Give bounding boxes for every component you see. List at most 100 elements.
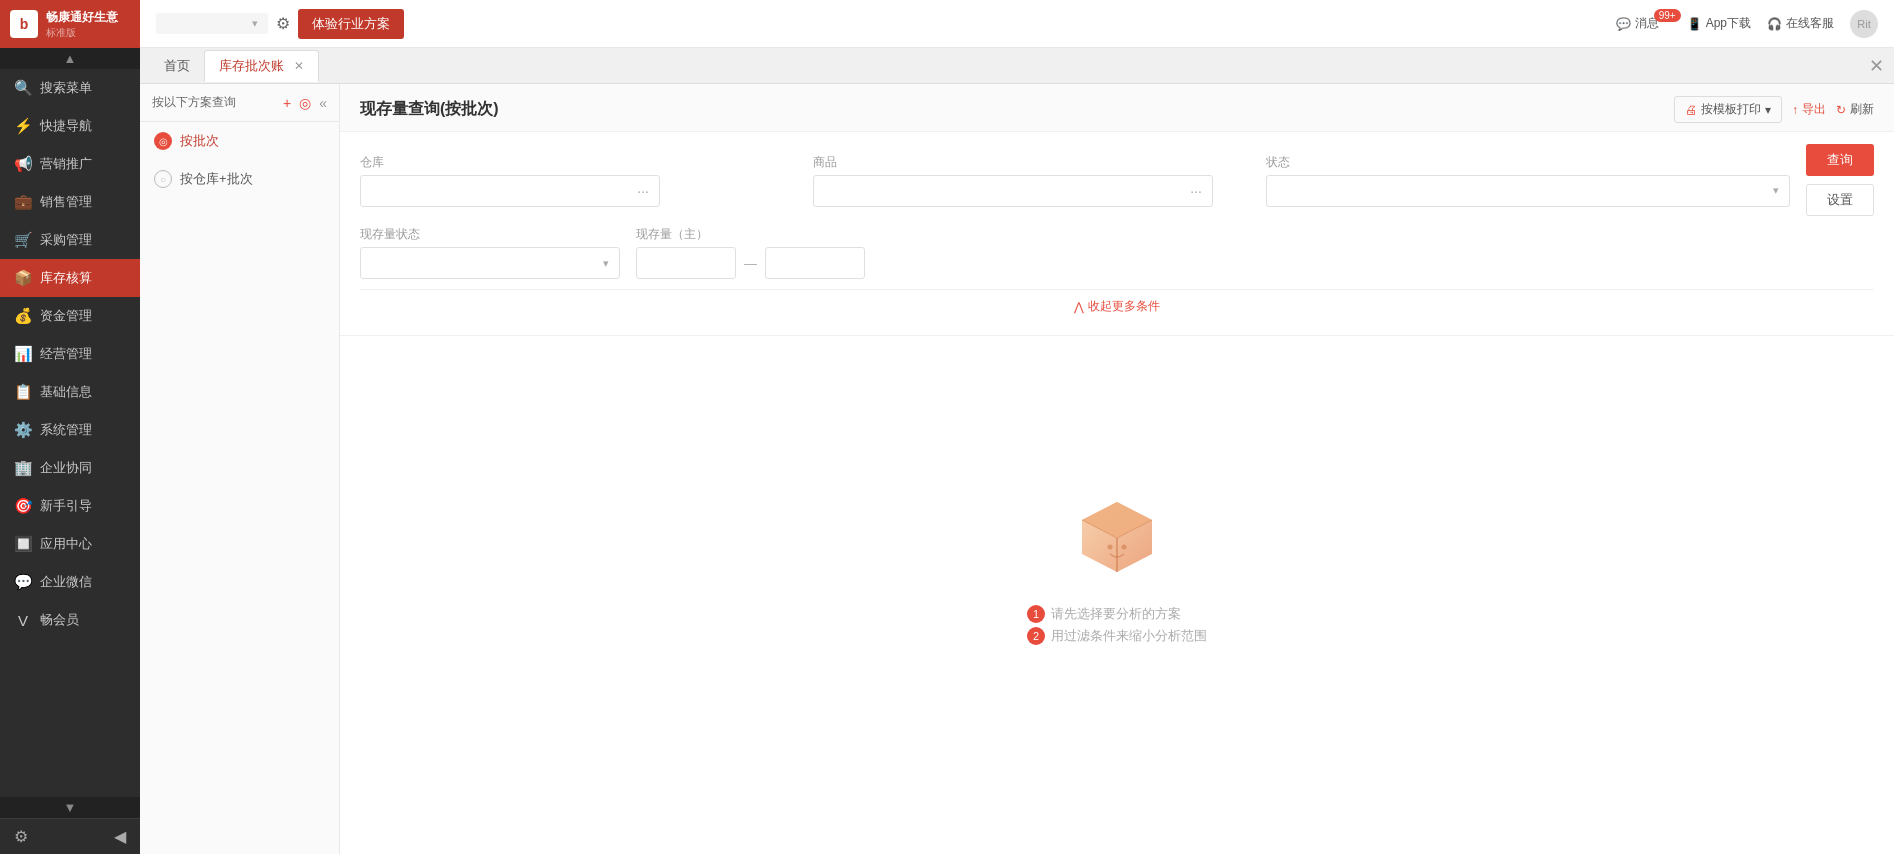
query-title-bar: 现存量查询(按批次) 🖨 按模板打印 ▾ ↑ 导出 ↻ 刷新	[340, 84, 1894, 132]
app-version: 标准版	[46, 26, 118, 40]
experience-industry-button[interactable]: 体验行业方案	[298, 9, 404, 39]
print-dropdown-icon: ▾	[1765, 103, 1771, 117]
sales-icon: 💼	[14, 193, 32, 211]
sidebar-item-quick-nav[interactable]: ⚡ 快捷导航	[0, 107, 140, 145]
filter-collapse-button[interactable]: «	[319, 95, 327, 111]
filter-item-by-warehouse-batch[interactable]: ○ 按仓库+批次	[140, 160, 339, 198]
user-avatar[interactable]: Rit	[1850, 10, 1878, 38]
sidebar-item-operations[interactable]: 📊 经营管理	[0, 335, 140, 373]
empty-icon	[1067, 482, 1167, 585]
tab-close-button[interactable]: ✕	[294, 59, 304, 73]
sidebar-item-purchase[interactable]: 🛒 采购管理	[0, 221, 140, 259]
sidebar-item-appstore[interactable]: 🔲 应用中心	[0, 525, 140, 563]
filter-add-button[interactable]: +	[283, 95, 291, 111]
filter-settings-button[interactable]: ◎	[299, 95, 311, 111]
stock-status-field: 现存量状态 ▾	[360, 226, 620, 279]
tab-batch-account[interactable]: 库存批次账 ✕	[204, 50, 319, 82]
range-dash: —	[744, 256, 757, 271]
sidebar-scroll-down[interactable]: ▼	[0, 797, 140, 818]
operations-icon: 📊	[14, 345, 32, 363]
sidebar-scroll-up[interactable]: ▲	[0, 48, 140, 69]
sidebar-item-sales[interactable]: 💼 销售管理	[0, 183, 140, 221]
status-select[interactable]: ▾	[1266, 175, 1790, 207]
status-field: 状态 ▾	[1266, 154, 1790, 207]
system-icon: ⚙️	[14, 421, 32, 439]
dropdown-icon: ▾	[252, 17, 258, 30]
warehouse-more-icon[interactable]: ···	[637, 183, 649, 199]
svg-point-5	[1108, 544, 1113, 549]
warehouse-input[interactable]: ···	[360, 175, 660, 207]
topbar-settings-button[interactable]: ⚙	[276, 14, 290, 33]
sidebar-item-basic[interactable]: 📋 基础信息	[0, 373, 140, 411]
stock-qty-range: —	[636, 247, 1874, 279]
sidebar-item-inventory[interactable]: 📦 库存核算	[0, 259, 140, 297]
settings-circle-icon: ◎	[299, 95, 311, 111]
sidebar-item-enterprise[interactable]: 🏢 企业协同	[0, 449, 140, 487]
sidebar-item-finance[interactable]: 💰 资金管理	[0, 297, 140, 335]
stock-status-select[interactable]: ▾	[360, 247, 620, 279]
filter-dot-inactive: ○	[154, 170, 172, 188]
content-area: 按以下方案查询 + ◎ « ◎ 按批次 ○	[140, 84, 1894, 854]
print-button[interactable]: 🖨 按模板打印 ▾	[1674, 96, 1782, 123]
export-icon: ↑	[1792, 103, 1798, 117]
sidebar-nav: 🔍 搜索菜单 ⚡ 快捷导航 📢 营销推广 💼 销售管理 🛒 采购管理 📦 库存核…	[0, 69, 140, 797]
goods-more-icon[interactable]: ···	[1190, 183, 1202, 199]
stock-qty-max-input[interactable]	[765, 247, 865, 279]
sidebar-item-guide[interactable]: 🎯 新手引导	[0, 487, 140, 525]
sidebar-item-system[interactable]: ⚙️ 系统管理	[0, 411, 140, 449]
sidebar-footer: ⚙ ◀	[0, 818, 140, 854]
panel-close-button[interactable]: ✕	[1869, 55, 1884, 77]
gear-icon: ⚙	[276, 15, 290, 32]
member-icon: V	[14, 612, 32, 629]
finance-icon: 💰	[14, 307, 32, 325]
stock-qty-min-input[interactable]	[636, 247, 736, 279]
app-icon: 🔲	[14, 535, 32, 553]
goods-input[interactable]: ···	[813, 175, 1213, 207]
empty-state: 1 请先选择要分析的方案 2 用过滤条件来缩小分析范围	[340, 336, 1894, 854]
sidebar-settings-button[interactable]: ⚙	[14, 827, 28, 846]
stock-qty-field: 现存量（主） —	[636, 226, 1874, 279]
left-arrows-icon: «	[319, 95, 327, 111]
filter-panel-header: 按以下方案查询 + ◎ «	[140, 84, 339, 122]
export-button[interactable]: ↑ 导出	[1792, 101, 1826, 118]
collapse-conditions-bar[interactable]: ⋀ 收起更多条件	[360, 289, 1874, 323]
sidebar-collapse-button[interactable]: ◀	[114, 827, 126, 846]
sidebar-header: b 畅康通好生意 标准版	[0, 0, 140, 48]
app-name: 畅康通好生意	[46, 9, 118, 26]
printer-icon: 🖨	[1685, 103, 1697, 117]
goods-field: 商品 ···	[813, 154, 1250, 207]
search-icon: 🔍	[14, 79, 32, 97]
app-download-action[interactable]: 📱 App下载	[1687, 15, 1751, 32]
filter-header-actions: + ◎ «	[283, 95, 327, 111]
online-service-action[interactable]: 🎧 在线客服	[1767, 15, 1834, 32]
filter-row-1: 仓库 ··· 商品 ··· 状态	[360, 144, 1874, 216]
query-button[interactable]: 查询	[1806, 144, 1874, 176]
warehouse-label: 仓库	[360, 154, 797, 171]
add-icon: +	[283, 95, 291, 111]
messages-action[interactable]: 💬 消息 99+	[1616, 15, 1671, 32]
tab-home[interactable]: 首页	[150, 51, 204, 81]
refresh-icon: ↻	[1836, 103, 1846, 117]
settings-small-button[interactable]: 设置	[1806, 184, 1874, 216]
sidebar-item-marketing[interactable]: 📢 营销推广	[0, 145, 140, 183]
sidebar-title-block: 畅康通好生意 标准版	[46, 9, 118, 40]
phone-icon: 📱	[1687, 17, 1702, 31]
message-icon: 💬	[1616, 17, 1631, 31]
warehouse-field: 仓库 ···	[360, 154, 797, 207]
filter-header-label: 按以下方案查询	[152, 94, 236, 111]
tip-number-2: 2	[1027, 627, 1045, 645]
wechat-icon: 💬	[14, 573, 32, 591]
topbar-search-area[interactable]: ▾	[156, 13, 268, 34]
filter-dot-active: ◎	[154, 132, 172, 150]
stock-status-arrow: ▾	[603, 257, 609, 270]
refresh-button[interactable]: ↻ 刷新	[1836, 101, 1874, 118]
sidebar-item-search[interactable]: 🔍 搜索菜单	[0, 69, 140, 107]
enterprise-icon: 🏢	[14, 459, 32, 477]
sidebar: b 畅康通好生意 标准版 ▲ 🔍 搜索菜单 ⚡ 快捷导航 📢 营销推广 💼 销售…	[0, 0, 140, 854]
filter-item-by-batch[interactable]: ◎ 按批次	[140, 122, 339, 160]
cart-icon: 🛒	[14, 231, 32, 249]
inventory-icon: 📦	[14, 269, 32, 287]
sidebar-item-wechat[interactable]: 💬 企业微信	[0, 563, 140, 601]
headset-icon: 🎧	[1767, 17, 1782, 31]
sidebar-item-member[interactable]: V 畅会员	[0, 601, 140, 639]
